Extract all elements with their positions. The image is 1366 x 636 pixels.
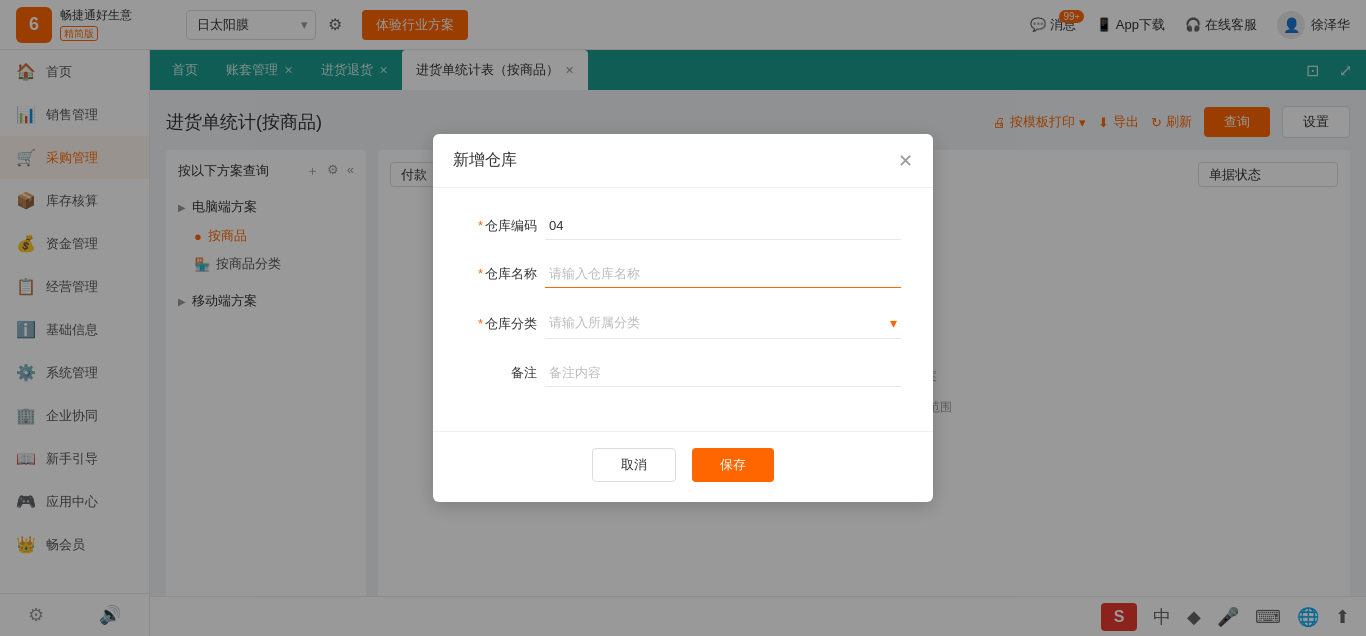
remark-input[interactable] [545, 359, 901, 387]
form-row-category: *仓库分类 请输入所属分类 ▾ [465, 308, 901, 339]
category-label: *仓库分类 [465, 315, 545, 333]
dialog-new-warehouse: 新增仓库 ✕ *仓库编码 *仓库名称 *仓库分类 [433, 134, 933, 502]
dialog-footer: 取消 保存 [433, 431, 933, 502]
name-input[interactable] [545, 260, 901, 288]
dialog-title: 新增仓库 [453, 150, 517, 171]
dialog-body: *仓库编码 *仓库名称 *仓库分类 请输入所属分类 ▾ [433, 188, 933, 431]
form-row-remark: 备注 [465, 359, 901, 387]
dialog-header: 新增仓库 ✕ [433, 134, 933, 188]
code-label: *仓库编码 [465, 217, 545, 235]
save-button[interactable]: 保存 [692, 448, 774, 482]
category-select[interactable]: 请输入所属分类 ▾ [545, 308, 901, 339]
code-input[interactable] [545, 212, 901, 240]
modal-overlay: 新增仓库 ✕ *仓库编码 *仓库名称 *仓库分类 [0, 0, 1366, 636]
cancel-button[interactable]: 取消 [592, 448, 676, 482]
close-icon[interactable]: ✕ [898, 152, 913, 170]
form-row-name: *仓库名称 [465, 260, 901, 288]
remark-label: 备注 [465, 364, 545, 382]
form-row-code: *仓库编码 [465, 212, 901, 240]
name-label: *仓库名称 [465, 265, 545, 283]
category-dropdown-icon: ▾ [890, 315, 897, 331]
